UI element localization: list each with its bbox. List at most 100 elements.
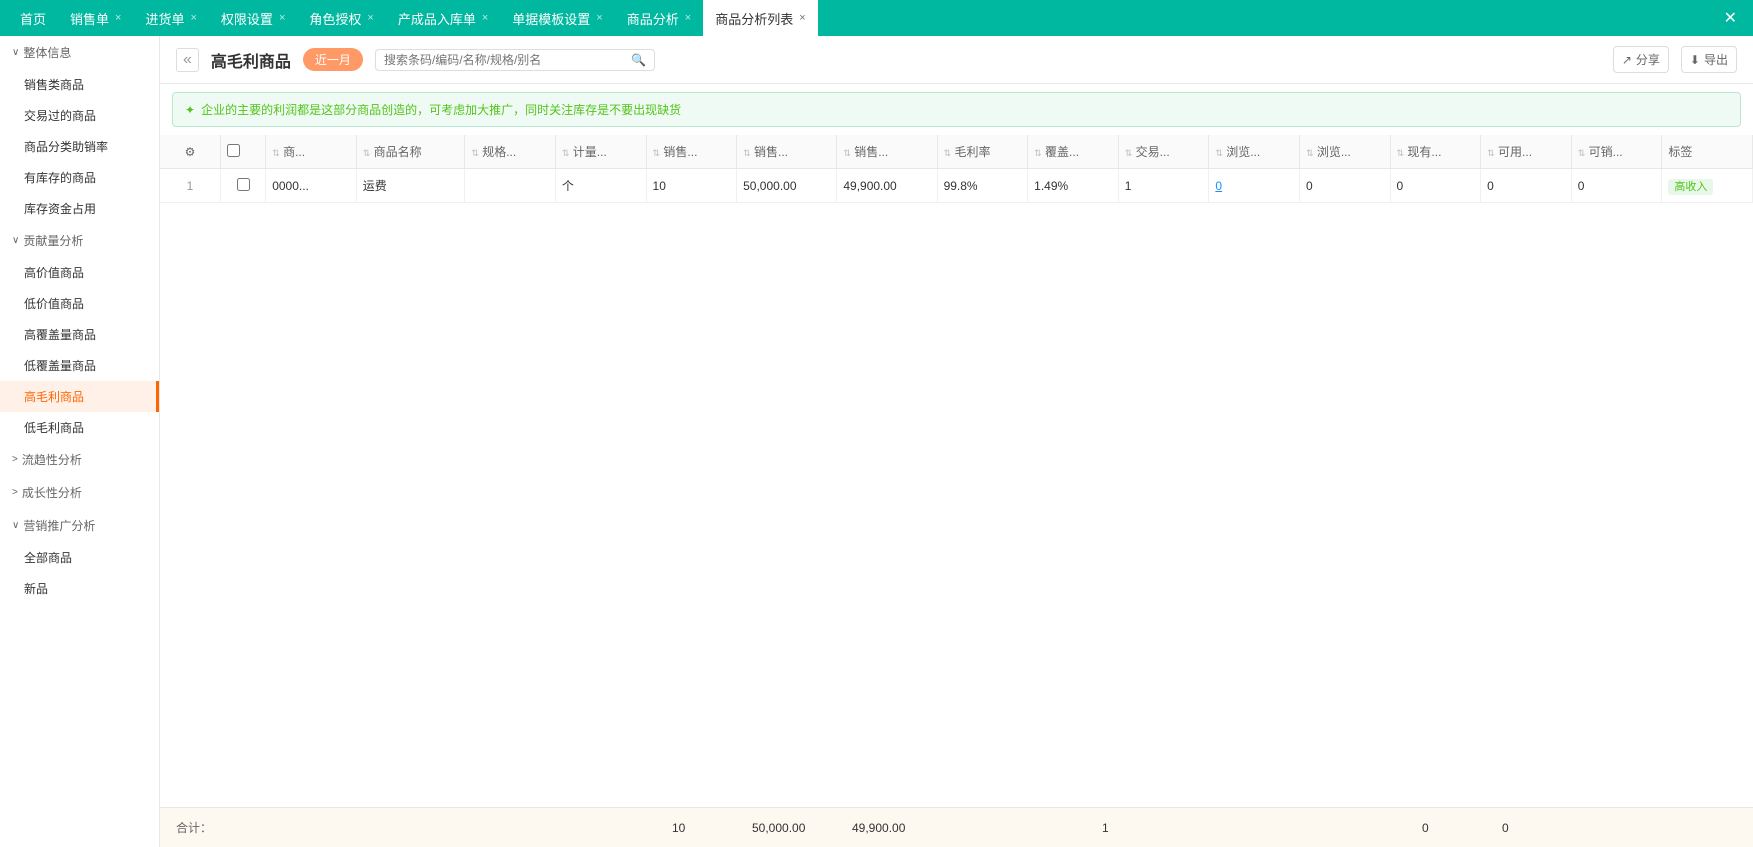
arrow-icon: ∨ <box>12 520 19 531</box>
col-header-sales_qty[interactable]: ⇅ 销售... <box>646 135 737 169</box>
nav-close-7[interactable]: × <box>685 12 691 24</box>
footer-cell-16: 0 <box>1496 821 1576 835</box>
nav-close-6[interactable]: × <box>596 12 602 24</box>
cell-checkbox[interactable] <box>220 169 265 203</box>
nav-item-3[interactable]: 权限设置× <box>209 0 297 36</box>
nav-close-2[interactable]: × <box>190 12 196 24</box>
col-header-transactions[interactable]: ⇅ 交易... <box>1118 135 1209 169</box>
info-banner: ✦ 企业的主要的利润都是这部分商品创造的，可考虑加大推广，同时关注库存是不要出现… <box>172 92 1741 127</box>
info-icon: ✦ <box>185 103 195 117</box>
total-label: 合计： <box>176 819 256 836</box>
nav-item-2[interactable]: 进货单× <box>133 0 208 36</box>
section-title-label: 整体信息 <box>23 44 71 61</box>
nav-item-8[interactable]: 商品分析列表× <box>703 0 817 36</box>
nav-item-0[interactable]: 首页 <box>8 0 58 36</box>
row-checkbox[interactable] <box>237 178 250 191</box>
search-icon[interactable]: 🔍 <box>631 53 646 67</box>
table-wrapper[interactable]: ⚙⇅ 商...⇅ 商品名称⇅ 规格...⇅ 计量...⇅ 销售...⇅ 销售..… <box>160 135 1753 807</box>
cell-sellable_stock: 0 <box>1571 169 1662 203</box>
filter-button[interactable]: 近一月 <box>303 48 363 71</box>
col-header-sellable_stock[interactable]: ⇅ 可销... <box>1571 135 1662 169</box>
col-header-spec[interactable]: ⇅ 规格... <box>465 135 556 169</box>
sidebar-section-2[interactable]: > 流趋性分析 <box>0 443 159 476</box>
link-value[interactable]: 0 <box>1215 179 1222 193</box>
sidebar-item-1-5[interactable]: 低毛利商品 <box>0 412 159 443</box>
col-header-views2[interactable]: ⇅ 浏览... <box>1299 135 1390 169</box>
sidebar-item-4-1[interactable]: 新品 <box>0 573 159 604</box>
sidebar-item-0-1[interactable]: 交易过的商品 <box>0 100 159 131</box>
cell-sales_qty: 10 <box>646 169 737 203</box>
footer-total: 合计： 1050,000.0049,900.00100 <box>160 807 1753 847</box>
cell-tag: 高收入 <box>1662 169 1753 203</box>
cell-gross_margin: 99.8% <box>937 169 1028 203</box>
footer-columns: 1050,000.0049,900.00100 <box>256 821 1576 835</box>
footer-cell-8: 49,900.00 <box>846 821 946 835</box>
section-title-label: 营销推广分析 <box>23 517 95 534</box>
sidebar-section-3[interactable]: > 成长性分析 <box>0 476 159 509</box>
sidebar-item-0-2[interactable]: 商品分类助销率 <box>0 131 159 162</box>
share-button[interactable]: ↗ 分享 <box>1613 46 1669 73</box>
col-header-tag: 标签 <box>1662 135 1753 169</box>
nav-close-4[interactable]: × <box>367 12 373 24</box>
collapse-sidebar-button[interactable]: « <box>176 48 199 72</box>
col-header-gear: ⚙ <box>160 135 220 169</box>
footer-cell-11: 1 <box>1096 821 1176 835</box>
window-close-button[interactable]: ✕ <box>1716 4 1745 32</box>
sidebar-item-0-0[interactable]: 销售类商品 <box>0 69 159 100</box>
section-title-label: 贡献量分析 <box>23 232 83 249</box>
cell-spec <box>465 169 556 203</box>
sidebar-section-4[interactable]: ∨ 营销推广分析 <box>0 509 159 542</box>
col-header-unit[interactable]: ⇅ 计量... <box>555 135 646 169</box>
search-input[interactable] <box>384 53 627 67</box>
col-header-sales_profit[interactable]: ⇅ 销售... <box>837 135 937 169</box>
footer-cell-6: 10 <box>666 821 746 835</box>
cell-sales_amount: 50,000.00 <box>737 169 837 203</box>
gear-icon[interactable]: ⚙ <box>185 145 196 159</box>
sidebar-section-0[interactable]: ∨ 整体信息 <box>0 36 159 69</box>
nav-item-4[interactable]: 角色授权× <box>297 0 385 36</box>
nav-close-3[interactable]: × <box>279 12 285 24</box>
col-header-available_stock[interactable]: ⇅ 可用... <box>1481 135 1572 169</box>
col-header-coverage[interactable]: ⇅ 覆盖... <box>1028 135 1119 169</box>
sidebar-item-1-2[interactable]: 高覆盖量商品 <box>0 319 159 350</box>
col-header-current_stock[interactable]: ⇅ 现有... <box>1390 135 1481 169</box>
col-header-views1[interactable]: ⇅ 浏览... <box>1209 135 1300 169</box>
arrow-icon: > <box>12 487 18 498</box>
export-button[interactable]: ⬇ 导出 <box>1681 46 1737 73</box>
footer-cell-7: 50,000.00 <box>746 821 846 835</box>
arrow-icon: ∨ <box>12 235 19 246</box>
nav-close-1[interactable]: × <box>115 12 121 24</box>
content-area: « 高毛利商品 近一月 🔍 ↗ 分享 ⬇ 导出 ✦ 企业的主要的利润都是这部 <box>160 36 1753 847</box>
nav-close-5[interactable]: × <box>482 12 488 24</box>
sidebar-item-1-0[interactable]: 高价值商品 <box>0 257 159 288</box>
sidebar-item-1-1[interactable]: 低价值商品 <box>0 288 159 319</box>
cell-available_stock: 0 <box>1481 169 1572 203</box>
cell-name: 运费 <box>356 169 465 203</box>
col-header-checkbox <box>220 135 265 169</box>
nav-item-5[interactable]: 产成品入库单× <box>386 0 500 36</box>
sidebar-item-1-3[interactable]: 低覆盖量商品 <box>0 350 159 381</box>
content-header: « 高毛利商品 近一月 🔍 ↗ 分享 ⬇ 导出 <box>160 36 1753 84</box>
top-nav: 首页销售单×进货单×权限设置×角色授权×产成品入库单×单据模板设置×商品分析×商… <box>0 0 1753 36</box>
sidebar-item-0-3[interactable]: 有库存的商品 <box>0 162 159 193</box>
cell-unit: 个 <box>555 169 646 203</box>
sidebar-item-1-4[interactable]: 高毛利商品 <box>0 381 159 412</box>
sidebar-section-1[interactable]: ∨ 贡献量分析 <box>0 224 159 257</box>
nav-item-7[interactable]: 商品分析× <box>615 0 703 36</box>
sidebar-item-4-0[interactable]: 全部商品 <box>0 542 159 573</box>
nav-item-1[interactable]: 销售单× <box>58 0 133 36</box>
col-header-name[interactable]: ⇅ 商品名称 <box>356 135 465 169</box>
col-header-gross_margin[interactable]: ⇅ 毛利率 <box>937 135 1028 169</box>
search-box: 🔍 <box>375 49 655 71</box>
col-header-sales_amount[interactable]: ⇅ 销售... <box>737 135 837 169</box>
info-text: 企业的主要的利润都是这部分商品创造的，可考虑加大推广，同时关注库存是不要出现缺货 <box>201 101 681 118</box>
cell-views1[interactable]: 0 <box>1209 169 1300 203</box>
nav-item-6[interactable]: 单据模板设置× <box>500 0 614 36</box>
cell-code: 0000... <box>266 169 357 203</box>
header-actions: ↗ 分享 ⬇ 导出 <box>1613 46 1737 73</box>
nav-close-8[interactable]: × <box>799 12 805 24</box>
select-all-checkbox[interactable] <box>227 144 240 157</box>
col-header-code[interactable]: ⇅ 商... <box>266 135 357 169</box>
sidebar-item-0-4[interactable]: 库存资金占用 <box>0 193 159 224</box>
cell-views2: 0 <box>1299 169 1390 203</box>
